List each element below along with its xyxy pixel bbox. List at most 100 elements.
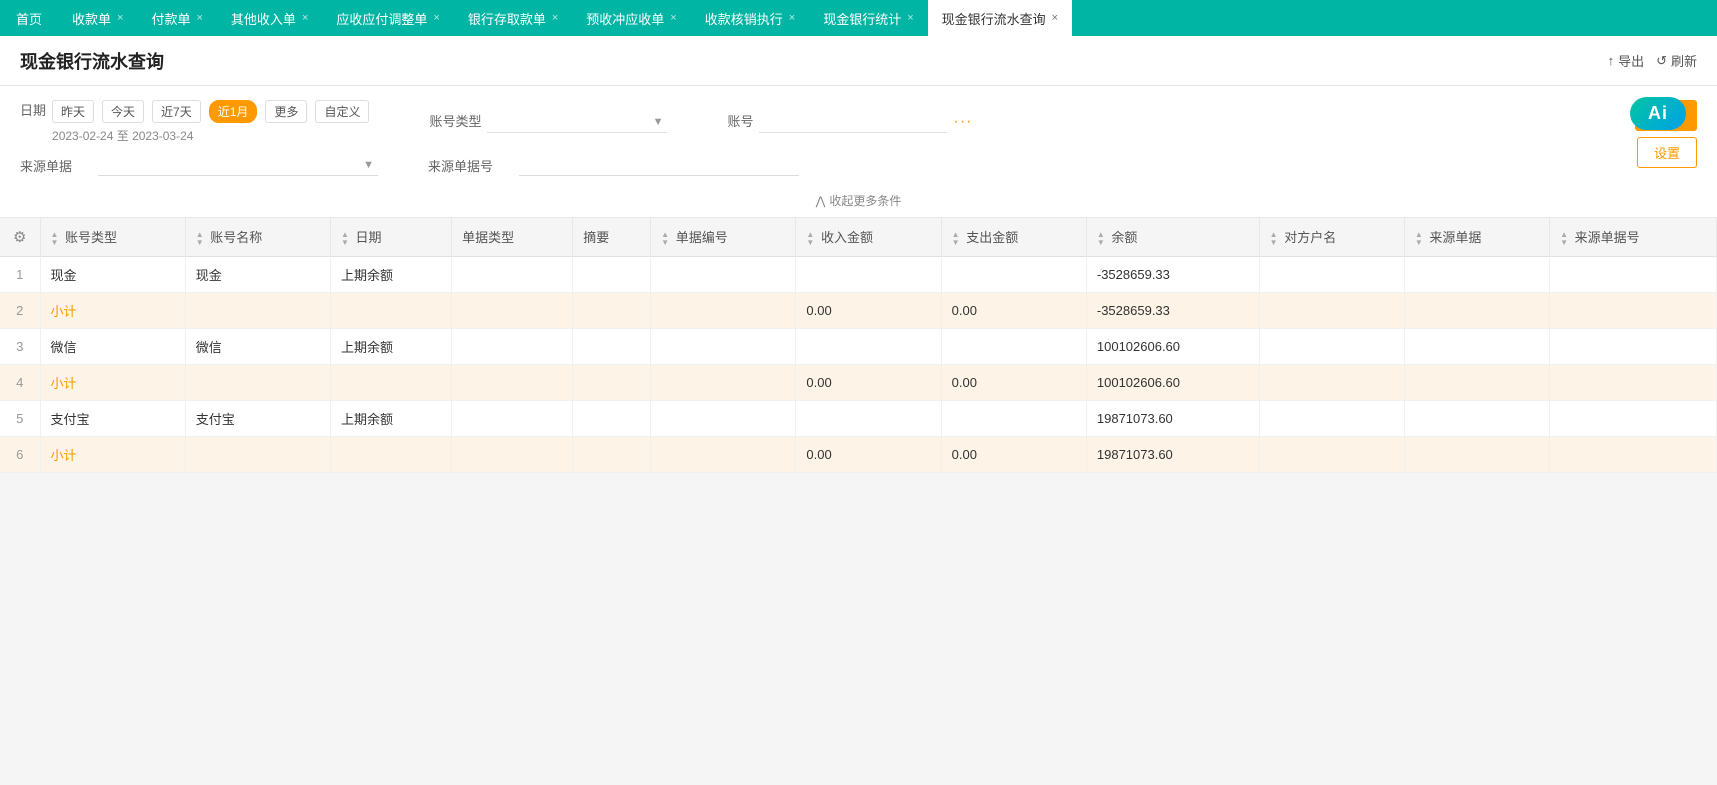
table-cell <box>1404 328 1549 364</box>
table-settings-icon[interactable]: ⚙ <box>13 229 26 246</box>
th-income[interactable]: ▲▼ 收入金额 <box>796 218 941 256</box>
table-row: 2小计0.000.00-3528659.33 <box>0 292 1717 328</box>
table-cell: 现金 <box>185 256 330 292</box>
th-expense[interactable]: ▲▼ 支出金额 <box>941 218 1086 256</box>
account-no-dots-button[interactable]: ··· <box>953 113 972 131</box>
export-button[interactable]: ↑ 导出 <box>1608 51 1645 70</box>
sort-arrows-account-type: ▲▼ <box>51 231 59 247</box>
close-tab-1[interactable]: × <box>196 12 202 24</box>
table-cell: 19871073.60 <box>1086 436 1259 472</box>
account-no-label: 账号 <box>727 111 753 130</box>
close-tab-6[interactable]: × <box>789 12 795 24</box>
date-btn-more[interactable]: 更多 <box>265 100 307 123</box>
date-btn-today[interactable]: 今天 <box>102 100 144 123</box>
table-cell <box>651 364 796 400</box>
nav-tab-0[interactable]: 收款单 × <box>58 0 137 36</box>
table-cell <box>1550 292 1717 328</box>
th-account-name[interactable]: ▲▼ 账号名称 <box>185 218 330 256</box>
close-tab-0[interactable]: × <box>117 12 123 24</box>
table-cell <box>452 436 573 472</box>
collapse-row: ⋀ 收起更多条件 <box>20 192 1697 209</box>
table-cell <box>796 256 941 292</box>
date-btn-custom[interactable]: 自定义 <box>315 100 369 123</box>
table-cell: 4 <box>0 364 40 400</box>
nav-tab-1[interactable]: 付款单 × <box>137 0 216 36</box>
source-doc-no-label: 来源单据号 <box>428 156 493 175</box>
table-cell: 上期余额 <box>330 328 451 364</box>
th-source-doc[interactable]: ▲▼ 来源单据 <box>1404 218 1549 256</box>
table-cell: 0.00 <box>941 436 1086 472</box>
close-tab-4[interactable]: × <box>552 12 558 24</box>
date-btn-yesterday[interactable]: 昨天 <box>52 100 94 123</box>
table-cell <box>452 328 573 364</box>
sort-arrows-expense: ▲▼ <box>952 231 960 247</box>
table-cell: 100102606.60 <box>1086 328 1259 364</box>
nav-tab-2[interactable]: 其他收入单 × <box>217 0 322 36</box>
filter-area: 日期 昨天 今天 近7天 近1月 更多 自定义 2023-02-24 至 202… <box>0 86 1717 218</box>
table-row: 3微信微信上期余额100102606.60 <box>0 328 1717 364</box>
settings-button[interactable]: 设置 <box>1637 137 1697 168</box>
table-cell: 6 <box>0 436 40 472</box>
table-cell <box>796 328 941 364</box>
th-doc-no[interactable]: ▲▼ 单据编号 <box>651 218 796 256</box>
table-row: 4小计0.000.00100102606.60 <box>0 364 1717 400</box>
th-settings[interactable]: ⚙ <box>0 218 40 256</box>
date-btn-1month[interactable]: 近1月 <box>209 100 258 123</box>
table-cell <box>573 256 651 292</box>
table-cell <box>573 436 651 472</box>
close-tab-8[interactable]: × <box>1052 12 1058 24</box>
table-cell <box>651 436 796 472</box>
sort-arrows-source-doc-no: ▲▼ <box>1560 231 1568 247</box>
account-no-input[interactable] <box>759 111 947 133</box>
close-tab-7[interactable]: × <box>907 12 913 24</box>
th-account-type[interactable]: ▲▼ 账号类型 <box>40 218 185 256</box>
source-doc-select[interactable] <box>98 154 378 176</box>
table-cell: 2 <box>0 292 40 328</box>
table-cell <box>651 328 796 364</box>
close-tab-2[interactable]: × <box>302 12 308 24</box>
table-cell <box>1550 436 1717 472</box>
close-tab-5[interactable]: × <box>670 12 676 24</box>
nav-tab-4[interactable]: 银行存取款单 × <box>454 0 572 36</box>
table-cell: 支付宝 <box>40 400 185 436</box>
collapse-button[interactable]: ⋀ 收起更多条件 <box>816 192 902 209</box>
refresh-button[interactable]: ↺ 刷新 <box>1656 51 1697 70</box>
table-row: 6小计0.000.0019871073.60 <box>0 436 1717 472</box>
table-cell <box>330 436 451 472</box>
account-type-select[interactable] <box>487 111 667 133</box>
table-cell <box>185 436 330 472</box>
table-cell: 100102606.60 <box>1086 364 1259 400</box>
table-row: 1现金现金上期余额-3528659.33 <box>0 256 1717 292</box>
nav-home[interactable]: 首页 <box>0 9 58 28</box>
date-filter-label: 日期 <box>20 100 46 119</box>
date-btn-7days[interactable]: 近7天 <box>152 100 201 123</box>
table-cell <box>330 292 451 328</box>
th-date[interactable]: ▲▼ 日期 <box>330 218 451 256</box>
table-wrap: ⚙ ▲▼ 账号类型 ▲▼ 账号名称 ▲▼ 日期 单据类型 摘 <box>0 218 1717 473</box>
ai-badge[interactable]: Ai <box>1630 97 1686 130</box>
source-doc-no-input[interactable] <box>519 154 799 176</box>
sort-arrows-balance: ▲▼ <box>1097 231 1105 247</box>
nav-tab-7[interactable]: 现金银行统计 × <box>809 0 927 36</box>
table-cell <box>1259 436 1404 472</box>
table-cell <box>185 292 330 328</box>
th-counterparty[interactable]: ▲▼ 对方户名 <box>1259 218 1404 256</box>
table-cell <box>651 400 796 436</box>
table-cell <box>651 292 796 328</box>
nav-tab-6[interactable]: 收款核销执行 × <box>691 0 809 36</box>
th-source-doc-no[interactable]: ▲▼ 来源单据号 <box>1550 218 1717 256</box>
table-cell <box>1404 436 1549 472</box>
table-cell: 0.00 <box>796 436 941 472</box>
th-balance[interactable]: ▲▼ 余额 <box>1086 218 1259 256</box>
nav-tab-3[interactable]: 应收应付调整单 × <box>322 0 453 36</box>
close-tab-3[interactable]: × <box>433 12 439 24</box>
table-cell <box>452 364 573 400</box>
sort-arrows-source-doc: ▲▼ <box>1415 231 1423 247</box>
nav-tab-8[interactable]: 现金银行流水查询 × <box>928 0 1072 36</box>
sort-arrows-counterparty: ▲▼ <box>1270 231 1278 247</box>
table-cell: 3 <box>0 328 40 364</box>
table-cell: 微信 <box>185 328 330 364</box>
table-cell <box>651 256 796 292</box>
nav-tab-5[interactable]: 预收冲应收单 × <box>572 0 690 36</box>
table-cell: 0.00 <box>941 292 1086 328</box>
